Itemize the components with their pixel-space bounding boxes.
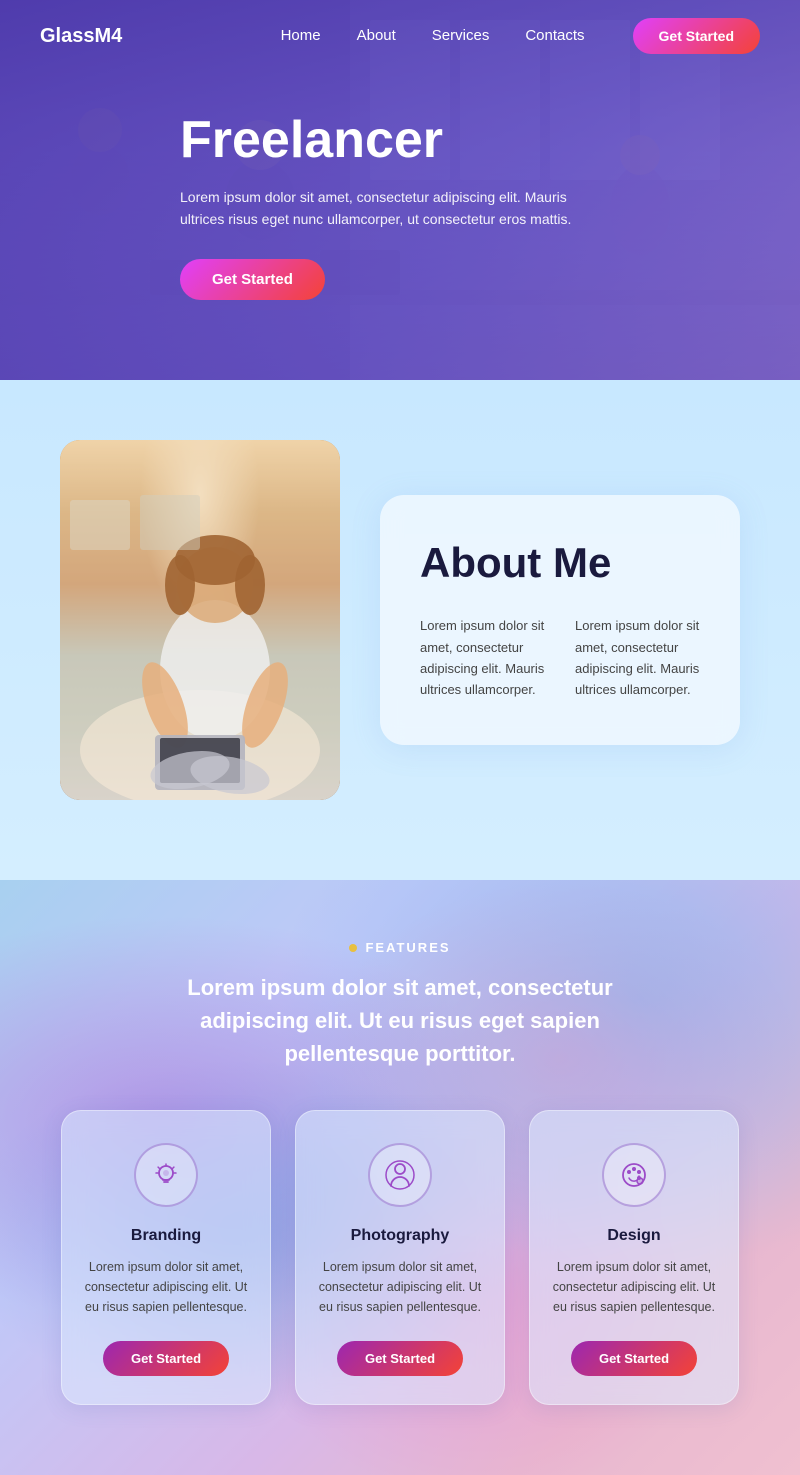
features-label-text: FEATURES <box>365 940 450 955</box>
design-cta-button[interactable]: Get Started <box>571 1341 697 1376</box>
hero-subtitle: Lorem ipsum dolor sit amet, consectetur … <box>180 186 610 231</box>
features-section: FEATURES Lorem ipsum dolor sit amet, con… <box>0 880 800 1475</box>
branding-icon-wrap <box>134 1143 198 1207</box>
about-text-col-2: Lorem ipsum dolor sit amet, consectetur … <box>575 615 700 701</box>
nav-contacts[interactable]: Contacts <box>525 27 584 44</box>
brand-logo: GlassM4 <box>40 25 122 48</box>
about-heading: About Me <box>420 539 700 587</box>
design-desc: Lorem ipsum dolor sit amet, consectetur … <box>550 1257 718 1317</box>
features-label-dot <box>349 944 357 952</box>
design-icon-wrap <box>602 1143 666 1207</box>
about-section: About Me Lorem ipsum dolor sit amet, con… <box>0 380 800 880</box>
palette-icon <box>618 1159 650 1191</box>
about-text-col-1: Lorem ipsum dolor sit amet, consectetur … <box>420 615 545 701</box>
feature-card-branding: Branding Lorem ipsum dolor sit amet, con… <box>61 1110 271 1405</box>
design-title: Design <box>550 1227 718 1245</box>
branding-desc: Lorem ipsum dolor sit amet, consectetur … <box>82 1257 250 1317</box>
photography-icon-wrap <box>368 1143 432 1207</box>
about-text-columns: Lorem ipsum dolor sit amet, consectetur … <box>420 615 700 701</box>
nav-about[interactable]: About <box>357 27 396 44</box>
features-label: FEATURES <box>50 940 750 955</box>
bulb-icon <box>150 1159 182 1191</box>
nav-cta-button[interactable]: Get Started <box>633 18 760 54</box>
hero-title: Freelancer <box>180 110 610 170</box>
hero-content: Freelancer Lorem ipsum dolor sit amet, c… <box>180 110 610 300</box>
nav-home[interactable]: Home <box>281 27 321 44</box>
nav-services[interactable]: Services <box>432 27 490 44</box>
nav-links: Home About Services Contacts <box>281 27 585 45</box>
person-icon <box>384 1159 416 1191</box>
about-photo-svg <box>60 440 340 800</box>
about-photo <box>60 440 340 800</box>
branding-title: Branding <box>82 1227 250 1245</box>
navbar: GlassM4 Home About Services Contacts Get… <box>0 0 800 72</box>
features-content: FEATURES Lorem ipsum dolor sit amet, con… <box>50 940 750 1070</box>
hero-cta-button[interactable]: Get Started <box>180 259 325 300</box>
about-card: About Me Lorem ipsum dolor sit amet, con… <box>380 495 740 745</box>
photography-cta-button[interactable]: Get Started <box>337 1341 463 1376</box>
feature-card-photography: Photography Lorem ipsum dolor sit amet, … <box>295 1110 505 1405</box>
features-cards: Branding Lorem ipsum dolor sit amet, con… <box>50 1110 750 1405</box>
branding-cta-button[interactable]: Get Started <box>103 1341 229 1376</box>
feature-card-design: Design Lorem ipsum dolor sit amet, conse… <box>529 1110 739 1405</box>
photography-title: Photography <box>316 1227 484 1245</box>
features-heading: Lorem ipsum dolor sit amet, consectetur … <box>140 971 660 1070</box>
photography-desc: Lorem ipsum dolor sit amet, consectetur … <box>316 1257 484 1317</box>
